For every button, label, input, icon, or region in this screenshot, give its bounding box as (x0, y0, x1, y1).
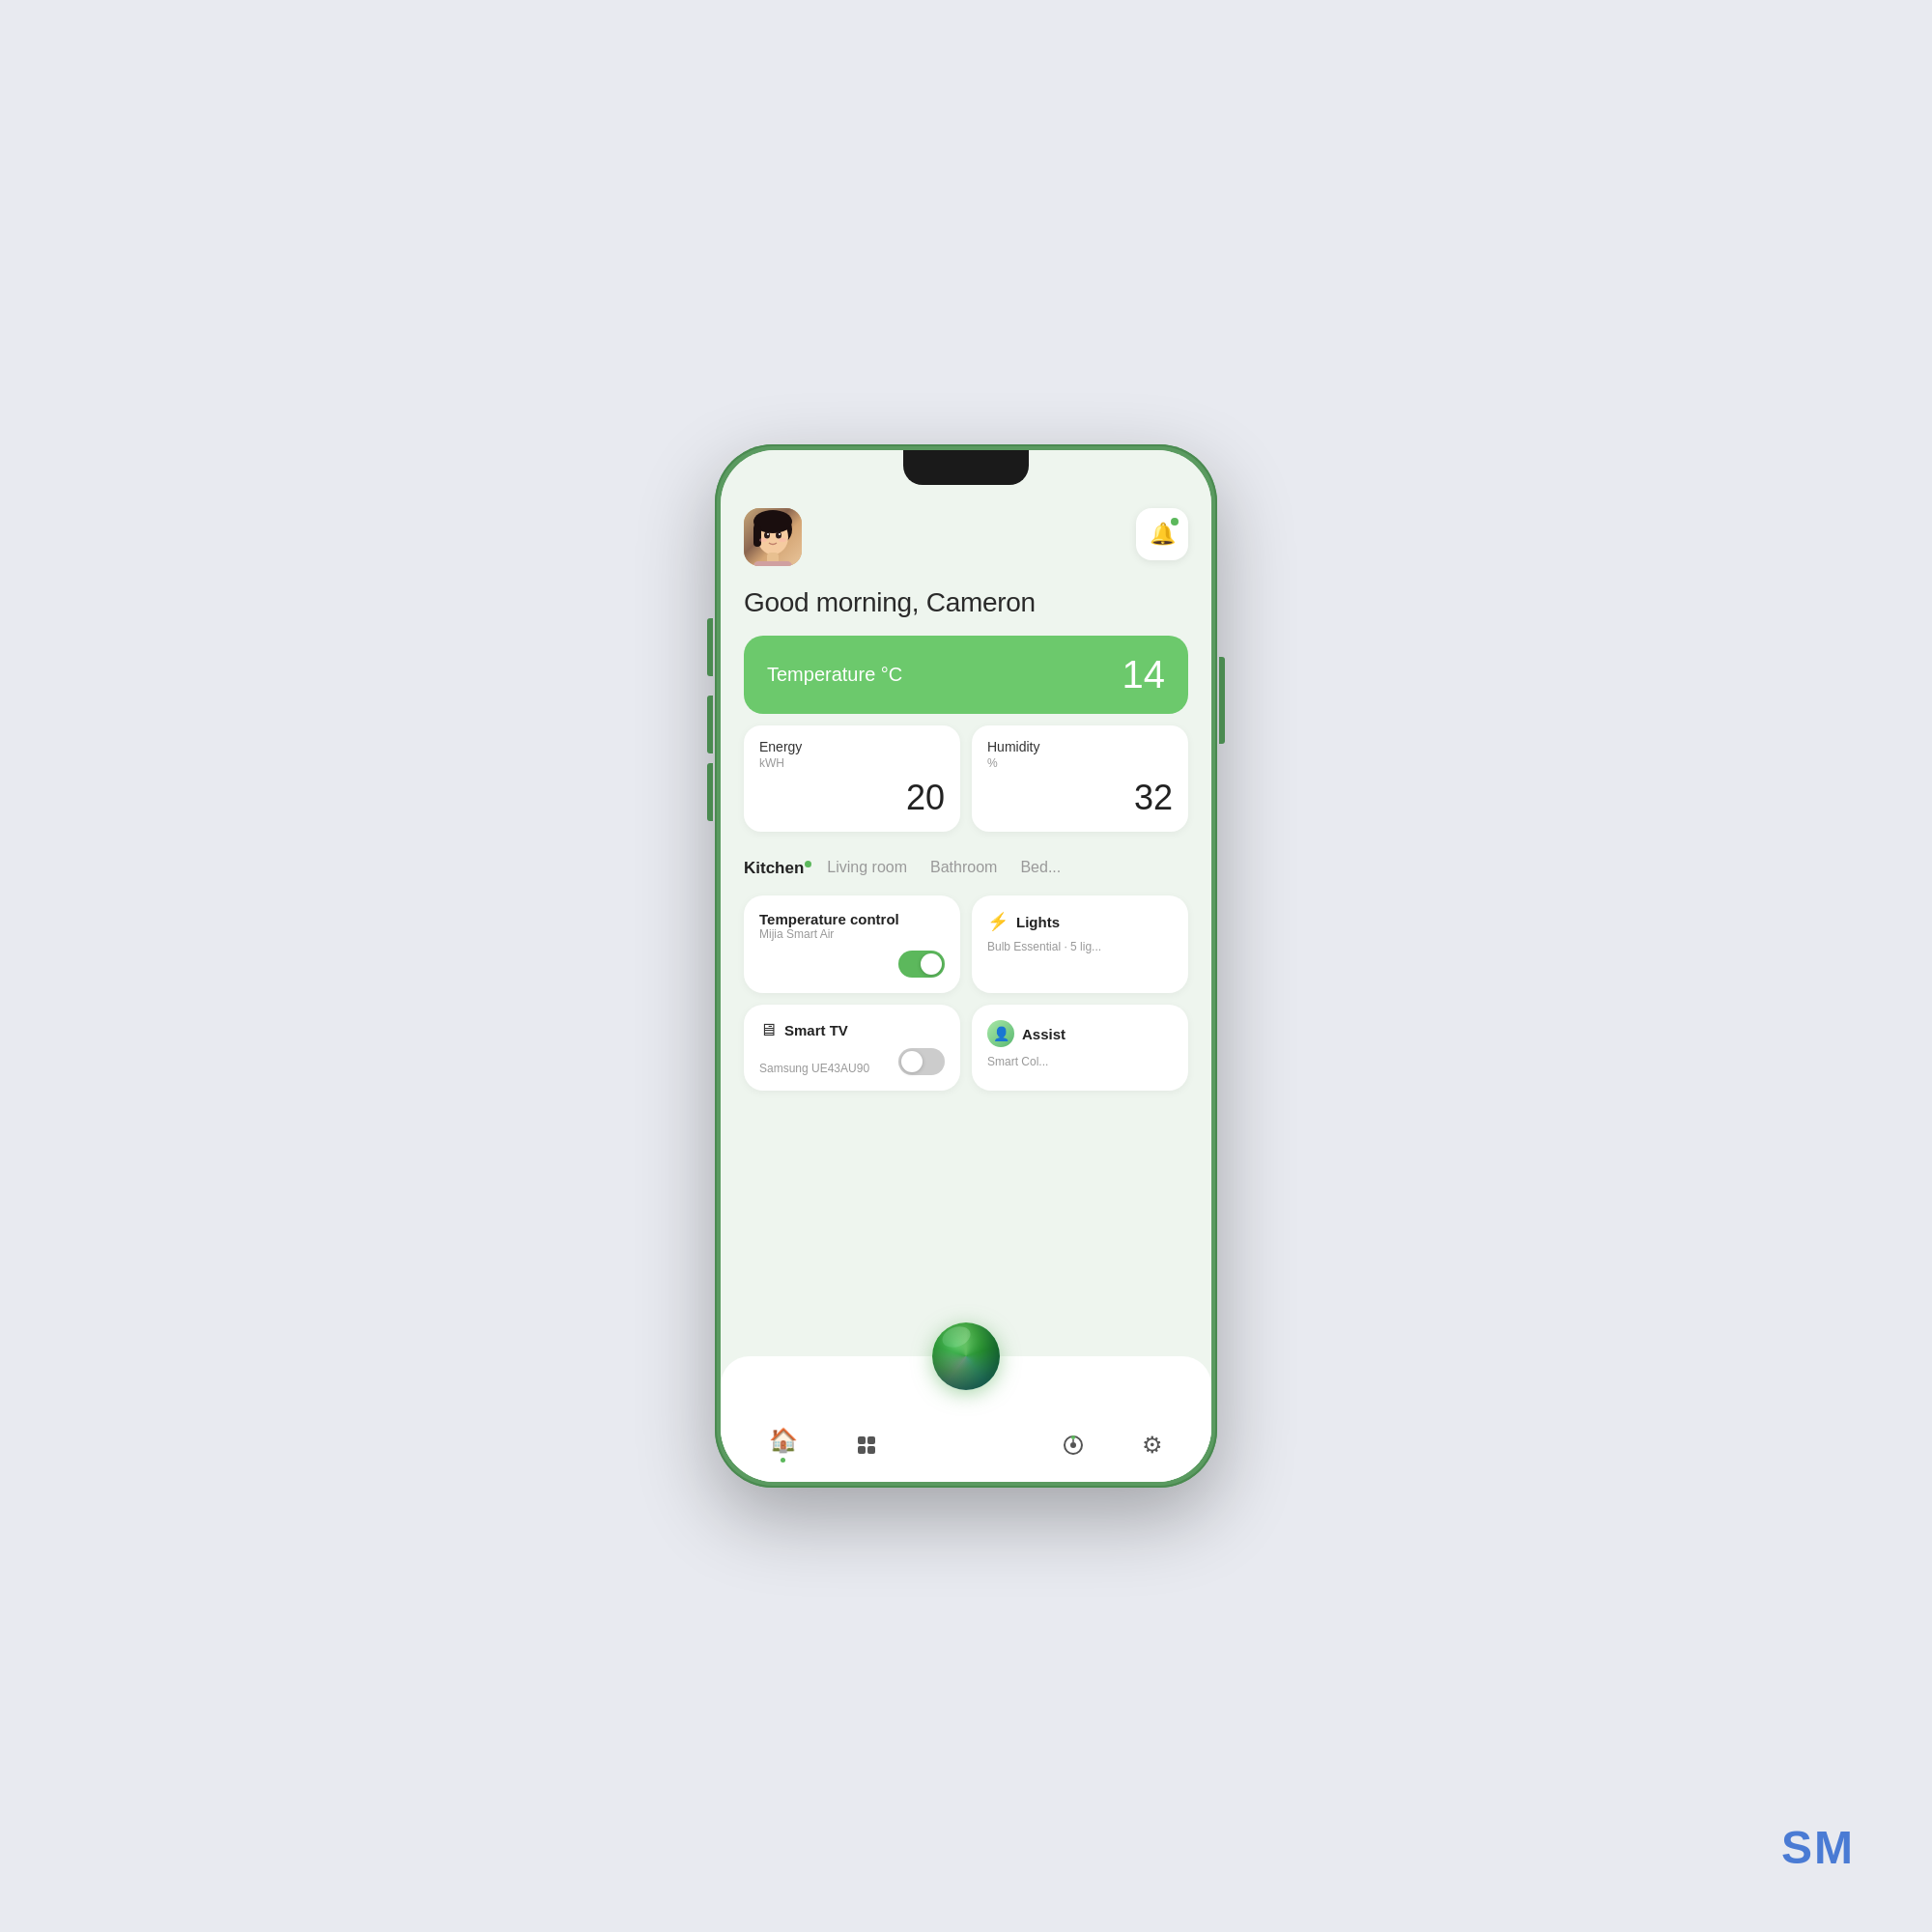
tab-bathroom[interactable]: Bathroom (930, 859, 997, 878)
svg-point-6 (767, 533, 769, 535)
tv-icon: 🖥 (759, 1020, 777, 1040)
siri-button[interactable] (932, 1322, 1000, 1390)
toggle-tv[interactable] (898, 1048, 945, 1075)
settings-icon: ⚙ (1142, 1432, 1163, 1459)
phone-frame: 🔔 Good morning, Cameron Temperature °C 1… (715, 444, 1217, 1488)
screen-content: 🔔 Good morning, Cameron Temperature °C 1… (721, 450, 1211, 1482)
svg-point-17 (1070, 1442, 1076, 1448)
nav-bar: 🏠 (721, 1415, 1211, 1482)
notification-button[interactable]: 🔔 (1136, 508, 1188, 560)
tab-bedroom[interactable]: Bed... (1020, 859, 1061, 878)
temperature-label: Temperature °C (767, 664, 902, 686)
tab-kitchen[interactable]: Kitchen (744, 859, 804, 878)
svg-point-9 (779, 538, 786, 542)
device-name-lights: Lights (1016, 914, 1060, 930)
phone-screen: 🔔 Good morning, Cameron Temperature °C 1… (721, 450, 1211, 1482)
device-header-tv: 🖥 Smart TV (759, 1020, 945, 1040)
avatar-illustration (744, 508, 802, 566)
svg-point-4 (764, 532, 770, 539)
humidity-label: Humidity (987, 739, 1173, 754)
bell-icon: 🔔 (1150, 522, 1176, 547)
bottom-nav-area: 🏠 (721, 1356, 1211, 1482)
devices-icon (1062, 1434, 1085, 1457)
device-sub-lights: Bulb Essential · 5 lig... (987, 940, 1173, 953)
device-sub-assist: Smart Col... (987, 1055, 1173, 1068)
temperature-value: 14 (1122, 653, 1166, 696)
device-info-row: Temperature control Mijia Smart Air (759, 911, 945, 941)
toggle-knob-tv (901, 1051, 923, 1072)
temperature-card[interactable]: Temperature °C 14 (744, 636, 1188, 714)
avatar-image (744, 508, 802, 566)
device-text: Temperature control Mijia Smart Air (759, 911, 899, 941)
grid-icon (855, 1434, 878, 1457)
svg-point-5 (776, 532, 781, 539)
device-header-lights: ⚡ Lights (987, 911, 1173, 932)
svg-rect-3 (753, 526, 761, 547)
bolt-icon: ⚡ (987, 911, 1009, 932)
home-icon: 🏠 (769, 1427, 798, 1454)
nav-home-dot (781, 1458, 785, 1463)
tabs-overflow-fade (1182, 843, 1211, 890)
energy-label: Energy (759, 739, 945, 754)
person-icon: 👤 (987, 1020, 1014, 1047)
devices-grid: Temperature control Mijia Smart Air ⚡ (721, 890, 1211, 1096)
device-sub-tv: Samsung UE43AU90 (759, 1062, 869, 1075)
header: 🔔 (721, 498, 1211, 566)
device-card-assist[interactable]: 👤 Assist Smart Col... (972, 1005, 1188, 1091)
device-card-lights[interactable]: ⚡ Lights Bulb Essential · 5 lig... (972, 895, 1188, 993)
tab-living-room[interactable]: Living room (827, 859, 907, 878)
svg-point-7 (779, 533, 781, 535)
room-tabs: Kitchen Living room Bathroom Bed... (721, 843, 1211, 890)
device-card-tv[interactable]: 🖥 Smart TV Samsung UE43AU90 (744, 1005, 960, 1091)
notification-dot (1171, 518, 1179, 526)
svg-rect-13 (867, 1436, 875, 1444)
energy-card[interactable]: Energy kWH 20 (744, 725, 960, 832)
energy-unit: kWH (759, 756, 945, 770)
toggle-temp-control[interactable] (898, 951, 945, 978)
nav-settings[interactable]: ⚙ (1142, 1432, 1163, 1459)
svg-rect-12 (858, 1436, 866, 1444)
svg-rect-11 (753, 561, 792, 566)
avatar[interactable] (744, 508, 802, 566)
svg-point-18 (1071, 1435, 1075, 1439)
room-tabs-wrapper: Kitchen Living room Bathroom Bed... (721, 843, 1211, 890)
humidity-card[interactable]: Humidity % 32 (972, 725, 1188, 832)
toggle-knob-temp (921, 953, 942, 975)
svg-rect-14 (858, 1446, 866, 1454)
nav-home[interactable]: 🏠 (769, 1427, 798, 1463)
svg-rect-15 (867, 1446, 875, 1454)
svg-point-8 (759, 538, 767, 542)
device-name-assist: Assist (1022, 1026, 1065, 1042)
tv-info-row: Samsung UE43AU90 (759, 1048, 945, 1075)
device-name-tv: Smart TV (784, 1022, 848, 1038)
nav-grid[interactable] (855, 1434, 878, 1457)
device-name-temp: Temperature control (759, 911, 899, 927)
siri-ball-gradient (932, 1322, 1000, 1390)
humidity-value: 32 (987, 778, 1173, 818)
energy-value: 20 (759, 778, 945, 818)
stats-row: Energy kWH 20 Humidity % 32 (721, 714, 1211, 843)
watermark: SM (1781, 1821, 1855, 1874)
device-header-assist: 👤 Assist (987, 1020, 1173, 1047)
device-sub-temp: Mijia Smart Air (759, 927, 899, 941)
device-card-temp-control[interactable]: Temperature control Mijia Smart Air (744, 895, 960, 993)
humidity-unit: % (987, 756, 1173, 770)
toggle-row-temp (759, 951, 945, 978)
nav-devices[interactable] (1062, 1434, 1085, 1457)
dynamic-island (903, 450, 1029, 485)
greeting-text: Good morning, Cameron (721, 566, 1211, 636)
